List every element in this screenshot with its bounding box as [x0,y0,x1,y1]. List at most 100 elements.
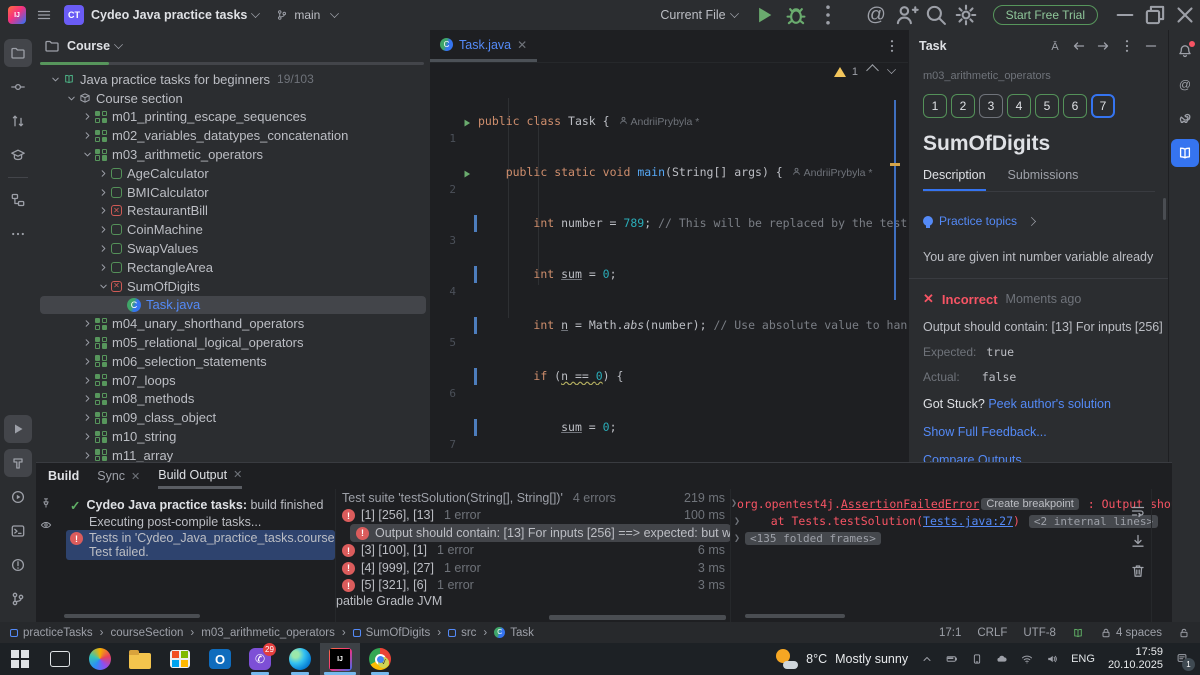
step-2[interactable]: 2 [951,94,975,118]
restore-icon[interactable] [1140,0,1170,30]
project-selector[interactable]: Cydeo Java practice tasks [91,8,247,22]
indent-setting[interactable]: 4 spaces [1100,627,1162,639]
tree-item-java-practice-tasks-for-beginners[interactable]: Java practice tasks for beginners 19/103 [40,70,426,89]
tool-pull-request-button[interactable] [4,107,32,135]
notification-center[interactable]: 1 [1176,652,1195,671]
tab-submissions[interactable]: Submissions [1008,168,1079,191]
course-progress-icon[interactable] [1072,627,1084,639]
tree-item-m08-methods[interactable]: m08_methods [40,390,426,409]
step-7[interactable]: 7 [1091,94,1115,118]
tool-vcs-button[interactable] [4,585,32,613]
wrap-icon[interactable] [1130,503,1146,519]
breadcrumb-task[interactable]: C Task [494,627,534,639]
taskbar-app-intellij[interactable]: IJ [320,643,360,675]
breadcrumb-src[interactable]: src [448,627,476,639]
tree-item-m11-array[interactable]: m11_array [40,446,426,462]
run-line-icon[interactable] [462,116,472,127]
breadcrumb-coursesection[interactable]: courseSection [111,627,184,639]
taskbar-app-edge[interactable] [280,643,320,675]
tree-item-swapvalues[interactable]: SwapValues [40,239,426,258]
taskbar-app-copilot[interactable] [80,643,120,675]
scrollbar-thumb[interactable] [64,614,200,618]
test-row[interactable]: Test suite 'testSolution(String[], Strin… [336,489,731,507]
tree-item-agecalculator[interactable]: AgeCalculator [40,164,426,183]
tool-folder-button[interactable] [4,39,32,67]
tool-notifications-button[interactable] [1171,37,1199,65]
tree-item-m04-unary-shorthand-operators[interactable]: m04_unary_shorthand_operators [40,314,426,333]
tool-services-button[interactable] [4,483,32,511]
tool-run-button[interactable] [4,415,32,443]
tool-learn-button[interactable] [4,141,32,169]
run-config-selector[interactable]: Current File [660,8,739,22]
step-4[interactable]: 4 [1007,94,1031,118]
search-icon[interactable] [921,0,951,30]
tree-item-m02-variables-datatypes-concatenation[interactable]: m02_variables_datatypes_concatenation [40,126,426,145]
build-tab-sync[interactable]: Sync ✕ [97,463,140,489]
taskbar-app-start[interactable] [0,643,40,675]
build-row[interactable]: Executing post-compile tasks... [66,514,335,530]
forward-icon[interactable] [1095,38,1111,54]
step-1[interactable]: 1 [923,94,947,118]
build-tab-build-output[interactable]: Build Output ✕ [158,463,243,489]
tab-options-icon[interactable] [884,38,900,54]
tray-overflow-icon[interactable] [921,653,933,665]
build-row[interactable]: ✓ Cydeo Java practice tasks: build finish… [66,497,335,514]
scroll-end-icon[interactable] [1130,533,1146,549]
tree-item-coinmachine[interactable]: CoinMachine [40,220,426,239]
file-encoding[interactable]: UTF-8 [1023,627,1056,639]
tree-item-bmicalculator[interactable]: BMICalculator [40,183,426,202]
test-row[interactable]: ! [4] [999], [27] 1 error 3 ms [336,559,731,577]
tree-item-m06-selection-statements[interactable]: m06_selection_statements [40,352,426,371]
scrollbar-thumb[interactable] [549,615,726,620]
main-menu-icon[interactable] [36,7,52,23]
tool-gradle-button[interactable] [1171,105,1199,133]
practice-topics-link[interactable]: Practice topics [923,214,1155,228]
readonly-toggle-icon[interactable] [1178,627,1190,639]
language-indicator[interactable]: ENG [1071,653,1095,665]
weather-widget[interactable]: 8°C Mostly sunny [776,649,908,669]
tree-item-m09-class-object[interactable]: m09_class_object [40,408,426,427]
close-icon[interactable] [1170,0,1200,30]
phone-link-icon[interactable] [971,653,983,665]
step-3[interactable]: 3 [979,94,1003,118]
translate-icon[interactable]: Ā [1047,38,1063,54]
start-free-trial-button[interactable]: Start Free Trial [992,5,1098,25]
tool-more-h-button[interactable] [4,220,32,248]
close-tab-icon[interactable]: ✕ [517,38,527,52]
tree-item-restaurantbill[interactable]: ✕ RestaurantBill [40,202,426,221]
taskbar-app-outlook[interactable]: O [200,643,240,675]
minimize-icon[interactable] [1110,0,1140,30]
run-line-icon[interactable] [462,167,472,178]
vcs-widget[interactable]: main [276,8,340,22]
tool-terminal-button[interactable] [4,517,32,545]
fold-icon[interactable]: ❯ [731,533,743,544]
scrollbar-thumb[interactable] [1163,198,1166,220]
peek-solution-link[interactable]: Peek author's solution [988,397,1111,411]
onedrive-icon[interactable] [996,653,1008,665]
show-feedback-link[interactable]: Show Full Feedback... [923,425,1155,439]
taskbar-app-task-view[interactable] [40,643,80,675]
pin-icon[interactable] [40,497,52,509]
taskbar-app-explorer[interactable] [120,643,160,675]
hide-icon[interactable] [1143,38,1159,54]
tree-item-m03-arithmetic-operators[interactable]: m03_arithmetic_operators [40,145,426,164]
step-6[interactable]: 6 [1063,94,1087,118]
run-button-icon[interactable] [749,0,779,30]
tree-item-rectanglearea[interactable]: RectangleArea [40,258,426,277]
project-panel-title[interactable]: Course [67,39,110,53]
test-row[interactable]: ! [5] [321], [6] 1 error 3 ms [336,577,731,595]
tree-item-m05-relational-logical-operators[interactable]: m05_relational_logical_operators [40,333,426,352]
taskbar-app-viber[interactable]: ✆ 29 [240,643,280,675]
breadcrumb-m03_arithmetic_operators[interactable]: m03_arithmetic_operators [201,627,335,639]
back-icon[interactable] [1071,38,1087,54]
tool-problems-button[interactable] [4,551,32,579]
fold-icon[interactable]: ❯ [731,516,743,527]
user-plus-icon[interactable] [891,0,921,30]
next-warning-icon[interactable] [887,64,896,74]
breadcrumb-sumofdigits[interactable]: SumOfDigits [352,627,430,639]
line-ending[interactable]: CRLF [977,627,1007,639]
trash-icon[interactable] [1130,563,1146,579]
battery-icon[interactable] [946,653,958,665]
test-row[interactable]: ! [1] [256], [13] 1 error 100 ms [336,507,731,525]
scrollbar-thumb[interactable] [745,614,845,618]
